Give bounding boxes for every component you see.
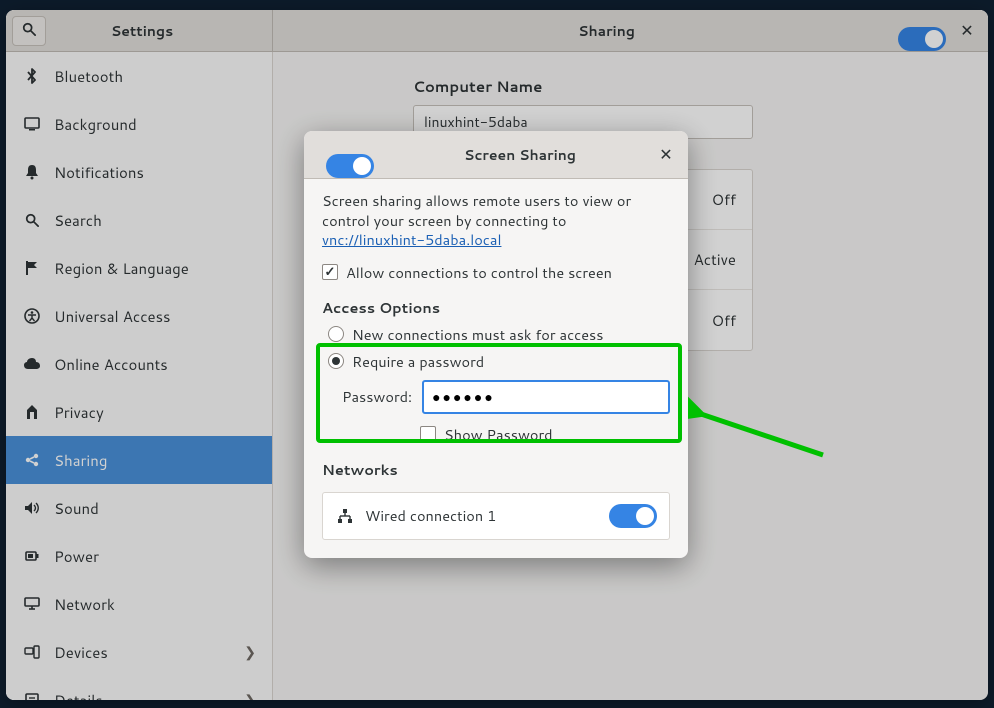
computer-name-label: Computer Name — [413, 76, 928, 97]
search-icon — [22, 210, 42, 230]
sidebar-item-power[interactable]: Power — [6, 532, 272, 580]
close-icon: ✕ — [960, 19, 973, 42]
networks-list: Wired connection 1 — [322, 492, 670, 540]
share-row-status: Active — [694, 249, 736, 270]
power-icon — [22, 546, 42, 566]
flag-icon — [22, 258, 42, 278]
sidebar-item-label: Network — [54, 594, 115, 615]
sidebar-item-label: Sound — [54, 498, 99, 519]
sidebar-item-label: Privacy — [54, 402, 104, 423]
close-icon: ✕ — [659, 143, 672, 166]
chevron-right-icon: ❯ — [244, 690, 256, 700]
sidebar-item-label: Search — [54, 210, 102, 231]
window-header: Settings Sharing ✕ — [6, 10, 988, 52]
dialog-description: Screen sharing allows remote users to vi… — [322, 191, 670, 250]
sidebar-item-devices[interactable]: Devices ❯ — [6, 628, 272, 676]
bluetooth-icon — [22, 66, 42, 86]
dialog-header: Screen Sharing ✕ — [304, 131, 688, 179]
radio-icon — [328, 326, 344, 342]
sidebar-item-label: Universal Access — [54, 306, 171, 327]
devices-icon — [22, 642, 42, 662]
sidebar-item-sound[interactable]: Sound — [6, 484, 272, 532]
sidebar-item-label: Details — [54, 690, 103, 701]
sidebar-item-background[interactable]: Background — [6, 100, 272, 148]
radio-label: New connections must ask for access — [352, 324, 603, 345]
sidebar-item-universal-access[interactable]: Universal Access — [6, 292, 272, 340]
bell-icon — [22, 162, 42, 182]
share-row-status: Off — [712, 189, 736, 210]
radio-ask-for-access[interactable]: New connections must ask for access — [328, 324, 670, 345]
sidebar-item-label: Bluetooth — [54, 66, 123, 87]
sidebar-item-privacy[interactable]: Privacy — [6, 388, 272, 436]
radio-require-password[interactable]: Require a password — [328, 351, 670, 372]
header-left: Settings — [6, 10, 273, 51]
share-icon — [22, 450, 42, 470]
settings-title: Settings — [52, 21, 232, 41]
vnc-link[interactable]: vnc://linuxhint-5daba.local — [322, 229, 501, 250]
cloud-icon — [22, 354, 42, 374]
sidebar-item-details[interactable]: Details ❯ — [6, 676, 272, 700]
password-input[interactable] — [422, 380, 670, 414]
checkbox-icon — [420, 426, 436, 442]
window-close-button[interactable]: ✕ — [952, 16, 982, 46]
sidebar-item-sharing[interactable]: Sharing — [6, 436, 272, 484]
sidebar-item-label: Background — [54, 114, 137, 135]
wired-network-icon — [335, 508, 355, 524]
network-row: Wired connection 1 — [323, 493, 669, 539]
page-title: Sharing — [273, 21, 940, 41]
chevron-right-icon: ❯ — [244, 642, 256, 662]
show-password-checkbox-row[interactable]: Show Password — [420, 424, 670, 445]
details-icon — [22, 690, 42, 700]
sidebar-item-label: Devices — [54, 642, 108, 663]
background-icon — [22, 114, 42, 134]
dialog-close-button[interactable]: ✕ — [654, 143, 678, 167]
sidebar-item-region-language[interactable]: Region & Language — [6, 244, 272, 292]
sidebar-item-online-accounts[interactable]: Online Accounts — [6, 340, 272, 388]
network-icon — [22, 594, 42, 614]
networks-heading: Networks — [322, 459, 670, 480]
sidebar-item-label: Region & Language — [54, 258, 189, 279]
sidebar-item-bluetooth[interactable]: Bluetooth — [6, 52, 272, 100]
allow-control-checkbox-row[interactable]: Allow connections to control the screen — [322, 262, 670, 283]
access-options-heading: Access Options — [322, 297, 670, 318]
sidebar-item-label: Sharing — [54, 450, 107, 471]
sharing-master-switch[interactable] — [898, 27, 946, 51]
show-password-label: Show Password — [444, 424, 553, 445]
accessibility-icon — [22, 306, 42, 326]
screen-sharing-dialog: Screen Sharing ✕ Screen sharing allows r… — [304, 131, 688, 558]
privacy-icon — [22, 402, 42, 422]
network-switch[interactable] — [609, 504, 657, 528]
sidebar-item-label: Power — [54, 546, 99, 567]
header-right: Sharing ✕ — [273, 10, 988, 51]
sidebar-item-label: Online Accounts — [54, 354, 168, 375]
screen-sharing-switch[interactable] — [326, 154, 374, 178]
sidebar-item-network[interactable]: Network — [6, 580, 272, 628]
network-name: Wired connection 1 — [365, 505, 609, 526]
sound-icon — [22, 498, 42, 518]
sidebar: Bluetooth Background Notifications Searc… — [6, 52, 273, 700]
dialog-title: Screen Sharing — [364, 145, 676, 165]
search-icon — [22, 19, 36, 42]
share-row-status: Off — [712, 310, 736, 331]
search-button[interactable] — [12, 16, 46, 46]
sidebar-item-notifications[interactable]: Notifications — [6, 148, 272, 196]
radio-label: Require a password — [352, 351, 484, 372]
checkbox-icon — [322, 264, 338, 280]
password-label: Password: — [342, 386, 412, 407]
allow-control-label: Allow connections to control the screen — [346, 262, 612, 283]
radio-icon — [328, 353, 344, 369]
sidebar-item-search[interactable]: Search — [6, 196, 272, 244]
sidebar-item-label: Notifications — [54, 162, 144, 183]
